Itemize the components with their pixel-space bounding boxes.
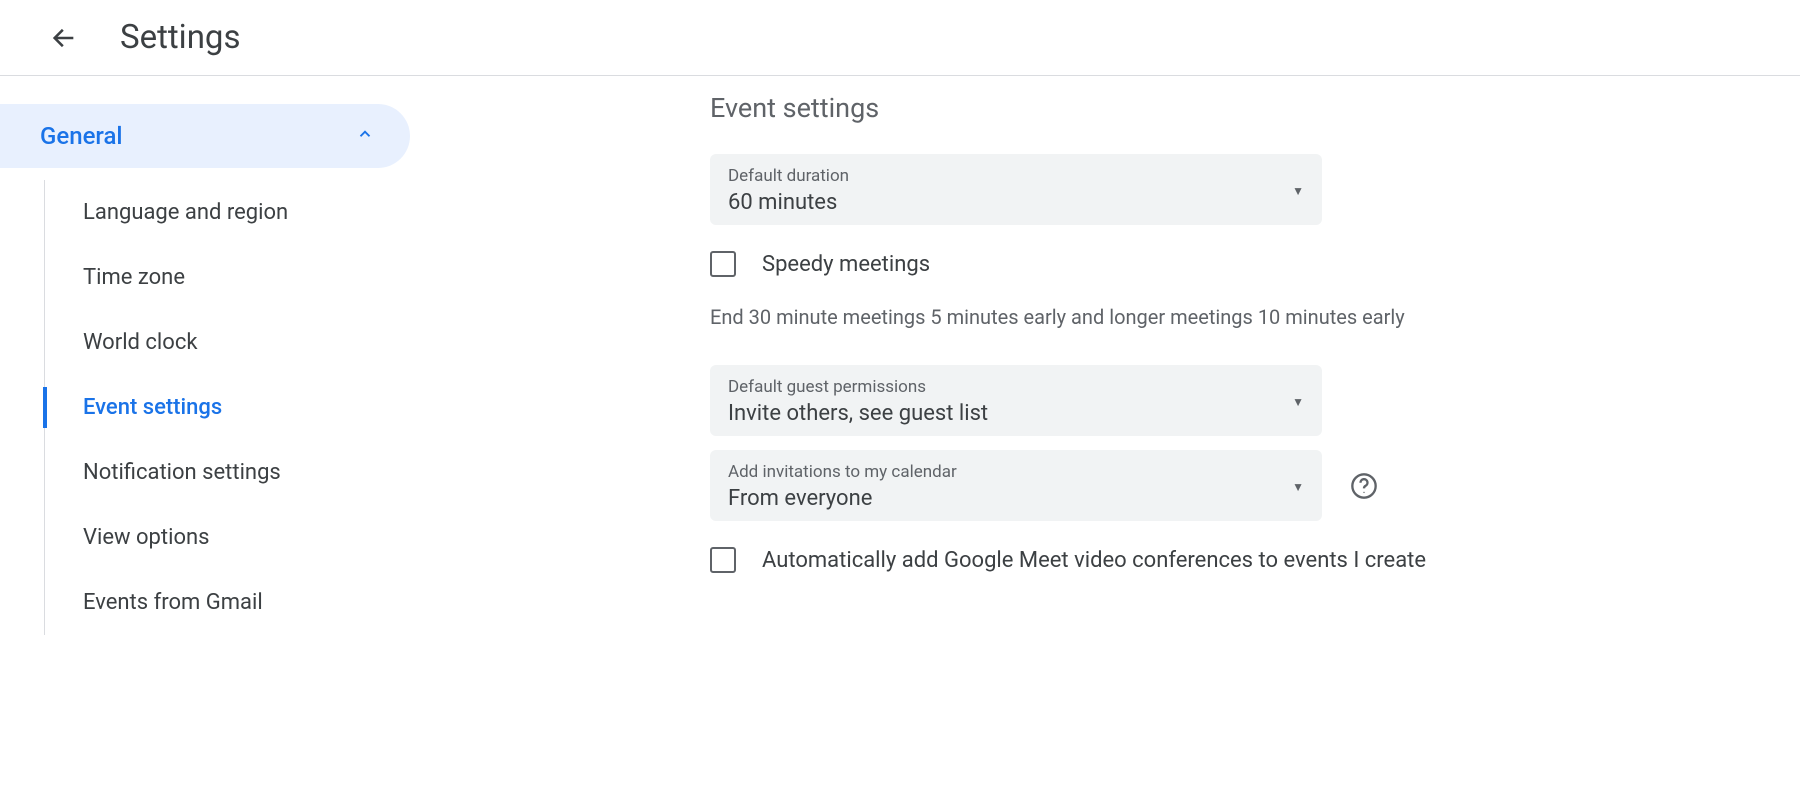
- sidebar-item-label: View options: [83, 525, 210, 550]
- sidebar-item-label: Event settings: [83, 395, 222, 420]
- select-label: Default duration: [728, 166, 849, 186]
- chevron-up-icon: [356, 125, 374, 147]
- sidebar-item-label: World clock: [83, 330, 197, 355]
- add-invitations-row: Add invitations to my calendar From ever…: [710, 450, 1800, 521]
- sidebar-item-events-from-gmail[interactable]: Events from Gmail: [45, 570, 420, 635]
- caret-down-icon: ▼: [1292, 184, 1304, 198]
- main-panel: Event settings Default duration 60 minut…: [420, 76, 1800, 635]
- sidebar-item-label: Time zone: [83, 265, 185, 290]
- select-label: Add invitations to my calendar: [728, 462, 957, 482]
- caret-down-icon: ▼: [1292, 395, 1304, 409]
- add-invitations-select[interactable]: Add invitations to my calendar From ever…: [710, 450, 1322, 521]
- sidebar-item-world-clock[interactable]: World clock: [45, 310, 420, 375]
- sidebar-item-label: Language and region: [83, 200, 288, 225]
- header: Settings: [0, 0, 1800, 76]
- select-value: 60 minutes: [728, 190, 849, 215]
- sidebar-item-event-settings[interactable]: Event settings: [45, 375, 420, 440]
- sidebar-item-view-options[interactable]: View options: [45, 505, 420, 570]
- back-arrow-icon[interactable]: [50, 24, 78, 52]
- checkbox-icon: [710, 251, 736, 277]
- section-title: Event settings: [710, 92, 1800, 124]
- speedy-meetings-hint: End 30 minute meetings 5 minutes early a…: [710, 305, 1800, 329]
- checkbox-icon: [710, 547, 736, 573]
- caret-down-icon: ▼: [1292, 480, 1304, 494]
- sidebar-sublist: Language and region Time zone World cloc…: [44, 180, 420, 635]
- select-value: Invite others, see guest list: [728, 401, 988, 426]
- select-value: From everyone: [728, 486, 957, 511]
- content: General Language and region Time zone Wo…: [0, 76, 1800, 635]
- sidebar-item-time-zone[interactable]: Time zone: [45, 245, 420, 310]
- checkbox-label: Automatically add Google Meet video conf…: [762, 548, 1426, 573]
- speedy-meetings-checkbox[interactable]: Speedy meetings: [710, 251, 1800, 277]
- page-title: Settings: [120, 18, 241, 57]
- checkbox-label: Speedy meetings: [762, 252, 930, 277]
- guest-permissions-select[interactable]: Default guest permissions Invite others,…: [710, 365, 1322, 436]
- auto-meet-checkbox[interactable]: Automatically add Google Meet video conf…: [710, 547, 1800, 573]
- sidebar-item-language-and-region[interactable]: Language and region: [45, 180, 420, 245]
- sidebar-item-notification-settings[interactable]: Notification settings: [45, 440, 420, 505]
- sidebar-section-label: General: [40, 122, 123, 150]
- help-icon[interactable]: [1350, 472, 1378, 500]
- select-label: Default guest permissions: [728, 377, 988, 397]
- sidebar-section-general[interactable]: General: [0, 104, 410, 168]
- sidebar-item-label: Events from Gmail: [83, 590, 263, 615]
- default-duration-select[interactable]: Default duration 60 minutes ▼: [710, 154, 1322, 225]
- sidebar: General Language and region Time zone Wo…: [0, 76, 420, 635]
- sidebar-item-label: Notification settings: [83, 460, 281, 485]
